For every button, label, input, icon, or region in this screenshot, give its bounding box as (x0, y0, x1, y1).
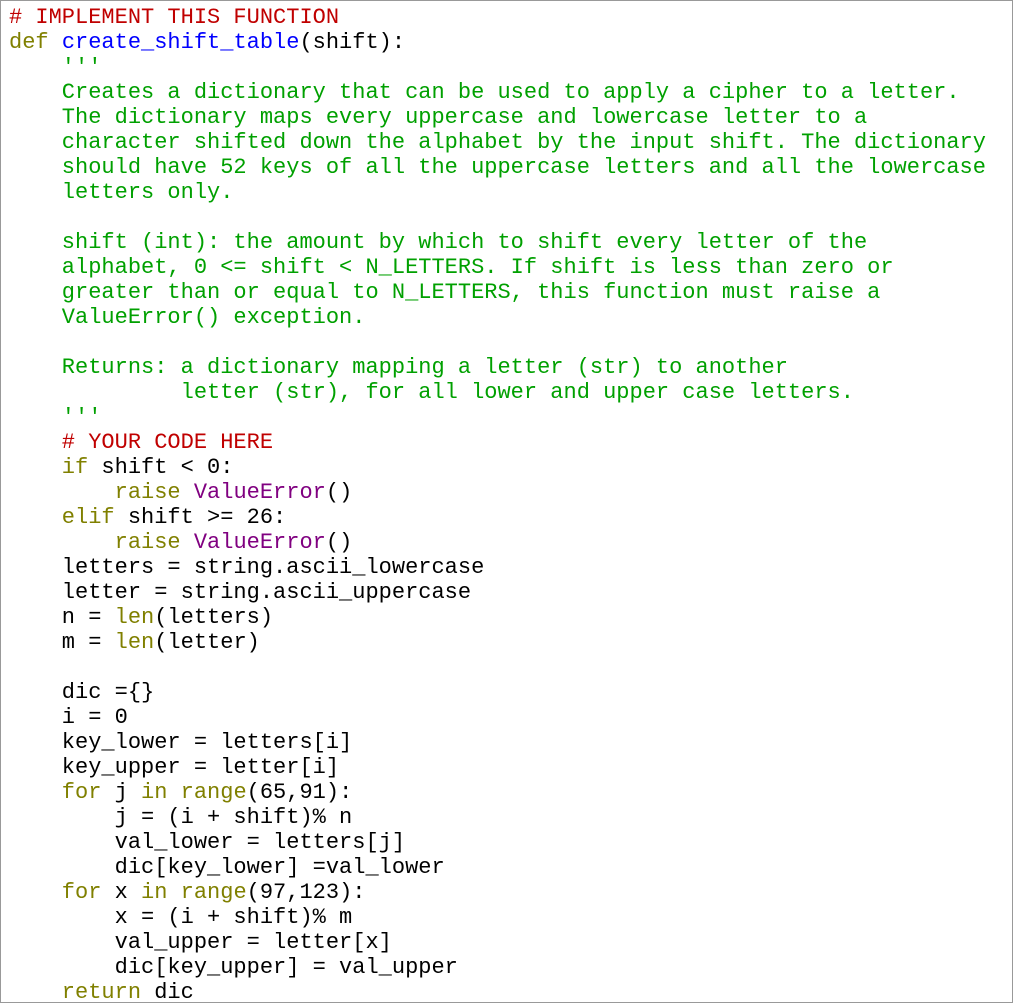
builtin-range: range (167, 780, 246, 805)
code-text: m = (9, 630, 115, 655)
code-text: (letter) (154, 630, 260, 655)
builtin-range: range (167, 880, 246, 905)
docstring-line: character shifted down the alphabet by t… (9, 130, 986, 155)
exception-name: ValueError (181, 530, 326, 555)
docstring-line: alphabet, 0 <= shift < N_LETTERS. If shi… (9, 255, 894, 280)
code-text: () (326, 480, 352, 505)
code-text: n = (9, 605, 115, 630)
keyword-for: for (9, 880, 101, 905)
code-text: j = (i + shift)% n (9, 805, 352, 830)
code-text: j (101, 780, 141, 805)
code-text: shift < 0: (88, 455, 233, 480)
code-text: val_upper = letter[x] (9, 930, 392, 955)
keyword-for: for (9, 780, 101, 805)
keyword-in: in (141, 880, 167, 905)
docstring-line: letters only. (9, 180, 233, 205)
code-text: dic ={} (9, 680, 154, 705)
code-text: letters = string.ascii_lowercase (9, 555, 484, 580)
code-text: (shift): (299, 30, 405, 55)
keyword-raise: raise (9, 480, 181, 505)
code-text: dic[key_upper] = val_upper (9, 955, 458, 980)
builtin-len: len (115, 605, 155, 630)
function-name: create_shift_table (62, 30, 300, 55)
keyword-def: def (9, 30, 49, 55)
code-text: x = (i + shift)% m (9, 905, 352, 930)
code-text: (65,91): (247, 780, 353, 805)
code-text: shift >= 26: (115, 505, 287, 530)
code-text: key_lower = letters[i] (9, 730, 352, 755)
code-text: key_upper = letter[i] (9, 755, 339, 780)
keyword-return: return (9, 980, 141, 1003)
code-text: letter = string.ascii_uppercase (9, 580, 471, 605)
builtin-len: len (115, 630, 155, 655)
docstring-line: should have 52 keys of all the uppercase… (9, 155, 986, 180)
exception-name: ValueError (181, 480, 326, 505)
docstring-line: ValueError() exception. (9, 305, 365, 330)
keyword-raise: raise (9, 530, 181, 555)
docstring-line: Returns: a dictionary mapping a letter (… (9, 355, 788, 380)
keyword-if: if (9, 455, 88, 480)
code-text: x (101, 880, 141, 905)
code-text: i = 0 (9, 705, 128, 730)
docstring-line: shift (int): the amount by which to shif… (9, 230, 867, 255)
code-text: () (326, 530, 352, 555)
code-text: (97,123): (247, 880, 366, 905)
code-text: (letters) (154, 605, 273, 630)
docstring-line: The dictionary maps every uppercase and … (9, 105, 867, 130)
code-text: dic[key_lower] =val_lower (9, 855, 445, 880)
code-text: val_lower = letters[j] (9, 830, 405, 855)
docstring-open: ''' (9, 55, 101, 80)
keyword-in: in (141, 780, 167, 805)
code-text: dic (141, 980, 194, 1003)
docstring-line: greater than or equal to N_LETTERS, this… (9, 280, 880, 305)
keyword-elif: elif (9, 505, 115, 530)
docstring-close: ''' (9, 405, 101, 430)
comment-line: # IMPLEMENT THIS FUNCTION (9, 5, 339, 30)
comment-line: # YOUR CODE HERE (9, 430, 273, 455)
code-cell: # IMPLEMENT THIS FUNCTION def create_shi… (0, 0, 1013, 1003)
docstring-line: letter (str), for all lower and upper ca… (9, 380, 854, 405)
docstring-line: Creates a dictionary that can be used to… (9, 80, 960, 105)
